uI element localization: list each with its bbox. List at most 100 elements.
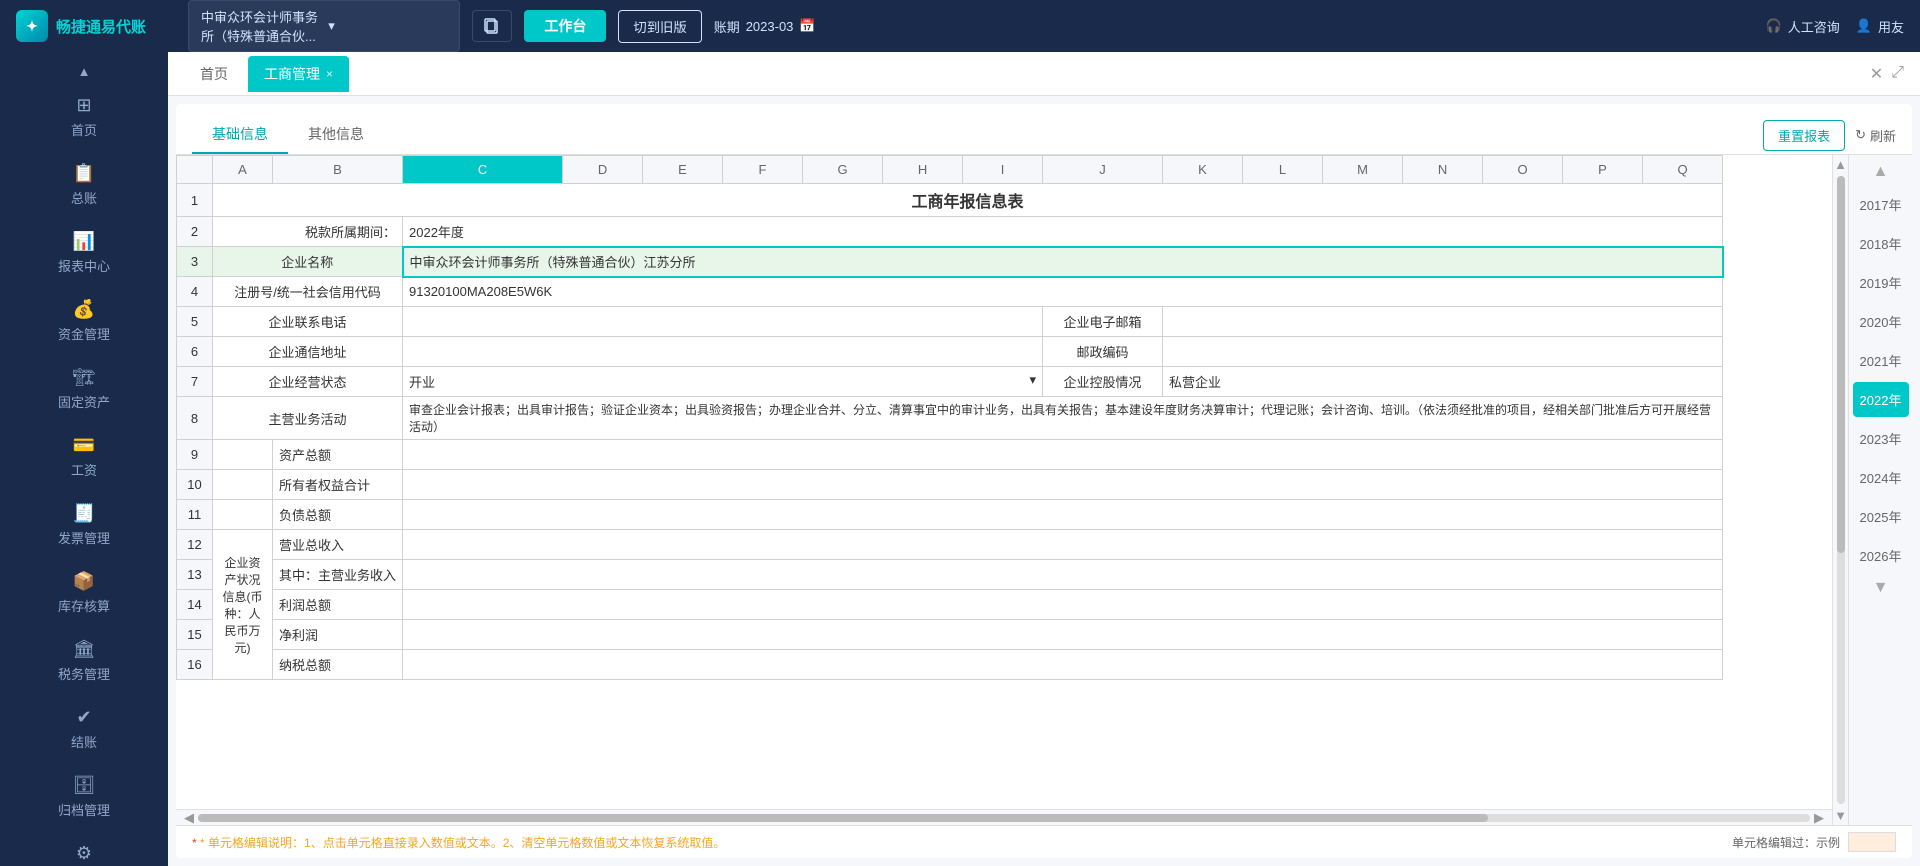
company-selector[interactable]: 中审众环会计师事务所（特殊普通合伙... ▾: [188, 0, 460, 52]
h-scroll-bar[interactable]: ◀ ▶: [176, 809, 1832, 825]
address-cell[interactable]: [403, 337, 1043, 367]
sidebar-item-tax[interactable]: 🏛 税务管理: [0, 627, 168, 695]
col-header-o[interactable]: O: [1483, 156, 1563, 184]
col-header-j[interactable]: J: [1043, 156, 1163, 184]
year-sidebar: ▲ 2017年 2018年 2019年 2020年 2021年 2022年 20…: [1848, 155, 1912, 825]
hint-text: * * 单元格编辑说明：1、点击单元格直接录入数值或文本。2、清空单元格数值或文…: [192, 834, 725, 851]
v-scroll-up-btn[interactable]: ▲: [1832, 155, 1849, 174]
sidebar-item-reports[interactable]: 📊 报表中心: [0, 219, 168, 287]
col-header-k[interactable]: K: [1163, 156, 1243, 184]
v-scroll-down-btn[interactable]: ▼: [1832, 806, 1849, 825]
year-item-2018[interactable]: 2018年: [1853, 226, 1909, 261]
table-row: 6 企业通信地址 邮政编码: [177, 337, 1723, 367]
holding-cell[interactable]: 私营企业: [1163, 367, 1723, 397]
net-profit-value[interactable]: [403, 620, 1723, 650]
year-nav-up[interactable]: ▲: [1869, 159, 1893, 185]
col-header-q[interactable]: Q: [1643, 156, 1723, 184]
sidebar-item-label: 结账: [71, 732, 97, 751]
year-item-2025[interactable]: 2025年: [1853, 499, 1909, 534]
year-item-2020[interactable]: 2020年: [1853, 304, 1909, 339]
expand-window-button[interactable]: ⤢: [1891, 64, 1904, 84]
content-area: 首页 工商管理 × ✕ ⤢ 基础信息 其他信息 重置报表: [168, 52, 1920, 866]
col-header-a[interactable]: A: [213, 156, 273, 184]
col-header-d[interactable]: D: [563, 156, 643, 184]
year-item-2021[interactable]: 2021年: [1853, 343, 1909, 378]
close-window-button[interactable]: ✕: [1870, 64, 1883, 84]
sub-tab-other[interactable]: 其他信息: [288, 116, 384, 154]
sheet-title-cell[interactable]: 工商年报信息表: [213, 184, 1723, 217]
tax-total-value[interactable]: [403, 650, 1723, 680]
reg-code-cell[interactable]: 91320100MA208E5W6K: [403, 277, 1723, 307]
year-item-2019[interactable]: 2019年: [1853, 265, 1909, 300]
sidebar-scroll-up[interactable]: ▲: [0, 60, 168, 83]
reset-report-button[interactable]: 重置报表: [1763, 120, 1845, 151]
h-scroll-track[interactable]: [198, 814, 1810, 822]
total-profit-label: 利润总额: [273, 590, 403, 620]
sidebar-item-assets[interactable]: 🏗 固定资产: [0, 355, 168, 423]
sidebar-item-settings[interactable]: ⚙ 设置: [0, 831, 168, 866]
company-name-cell[interactable]: 中审众环会计师事务所（特殊普通合伙）江苏分所: [403, 247, 1723, 277]
year-item-2017[interactable]: 2017年: [1853, 187, 1909, 222]
col-header-g[interactable]: G: [803, 156, 883, 184]
sidebar-item-invoice[interactable]: 🧾 发票管理: [0, 491, 168, 559]
tab-home[interactable]: 首页: [184, 56, 244, 92]
col-header-p[interactable]: P: [1563, 156, 1643, 184]
year-item-2026[interactable]: 2026年: [1853, 538, 1909, 573]
period-value-cell[interactable]: 2022年度: [403, 217, 1723, 247]
v-scroll-bar[interactable]: ▲ ▼: [1832, 155, 1848, 825]
switch-old-button[interactable]: 切到旧版: [618, 10, 701, 43]
sidebar-item-closing[interactable]: ✔ 结账: [0, 695, 168, 763]
col-header-n[interactable]: N: [1403, 156, 1483, 184]
col-header-f[interactable]: F: [723, 156, 803, 184]
copy-button[interactable]: [472, 10, 512, 42]
user-icon: 👤: [1856, 18, 1872, 34]
col-header-c[interactable]: C: [403, 156, 563, 184]
total-revenue-value[interactable]: [403, 530, 1723, 560]
consult-button[interactable]: 🎧 人工咨询: [1766, 17, 1840, 36]
user-button[interactable]: 👤 用友: [1856, 17, 1904, 36]
v-scroll-track[interactable]: [1837, 176, 1845, 804]
table-row: 15 净利润: [177, 620, 1723, 650]
status-cell[interactable]: 开业 ▾: [403, 367, 1043, 397]
col-header-i[interactable]: I: [963, 156, 1043, 184]
tab-close-icon[interactable]: ×: [326, 67, 333, 81]
sub-tab-basic[interactable]: 基础信息: [192, 116, 288, 154]
sidebar-item-finance[interactable]: 💰 资金管理: [0, 287, 168, 355]
sidebar-item-home[interactable]: ⊞ 首页: [0, 83, 168, 151]
workbench-button[interactable]: 工作台: [524, 10, 606, 42]
postcode-cell[interactable]: [1163, 337, 1723, 367]
payroll-icon: 💳: [73, 435, 95, 456]
spreadsheet-table-wrap[interactable]: A B C D E F G H I J: [176, 155, 1832, 809]
year-item-2023[interactable]: 2023年: [1853, 421, 1909, 456]
col-header-e[interactable]: E: [643, 156, 723, 184]
column-header-row: A B C D E F G H I J: [177, 156, 1723, 184]
col-header-l[interactable]: L: [1243, 156, 1323, 184]
equity-value[interactable]: [403, 470, 1723, 500]
company-name-label: 企业名称: [213, 247, 403, 277]
year-item-2024[interactable]: 2024年: [1853, 460, 1909, 495]
email-cell[interactable]: [1163, 307, 1723, 337]
sidebar-item-archive[interactable]: 🗄 归档管理: [0, 763, 168, 831]
phone-cell[interactable]: [403, 307, 1043, 337]
tab-business[interactable]: 工商管理 ×: [248, 56, 349, 92]
col-header-m[interactable]: M: [1323, 156, 1403, 184]
sidebar-item-ledger[interactable]: 📋 总账: [0, 151, 168, 219]
col-header-b[interactable]: B: [273, 156, 403, 184]
total-revenue-label: 营业总收入: [273, 530, 403, 560]
h-scroll-right-btn[interactable]: ▶: [1810, 810, 1828, 826]
main-business-cell[interactable]: 审查企业会计报表；出具审计报告；验证企业资本；出具验资报告；办理企业合并、分立、…: [403, 397, 1723, 440]
table-row: 4 注册号/统一社会信用代码 91320100MA208E5W6K: [177, 277, 1723, 307]
main-revenue-value[interactable]: [403, 560, 1723, 590]
sidebar-item-payroll[interactable]: 💳 工资: [0, 423, 168, 491]
year-nav-down[interactable]: ▼: [1869, 575, 1893, 601]
refresh-button[interactable]: ↻ 刷新: [1855, 126, 1896, 145]
year-item-2022[interactable]: 2022年: [1853, 382, 1909, 417]
total-profit-value[interactable]: [403, 590, 1723, 620]
assets-value-9[interactable]: [403, 440, 1723, 470]
liabilities-value[interactable]: [403, 500, 1723, 530]
calendar-icon[interactable]: 📅: [799, 18, 815, 34]
h-scroll-left-btn[interactable]: ◀: [180, 810, 198, 826]
col-header-h[interactable]: H: [883, 156, 963, 184]
table-row: 10 所有者权益合计: [177, 470, 1723, 500]
sidebar-item-inventory[interactable]: 📦 库存核算: [0, 559, 168, 627]
